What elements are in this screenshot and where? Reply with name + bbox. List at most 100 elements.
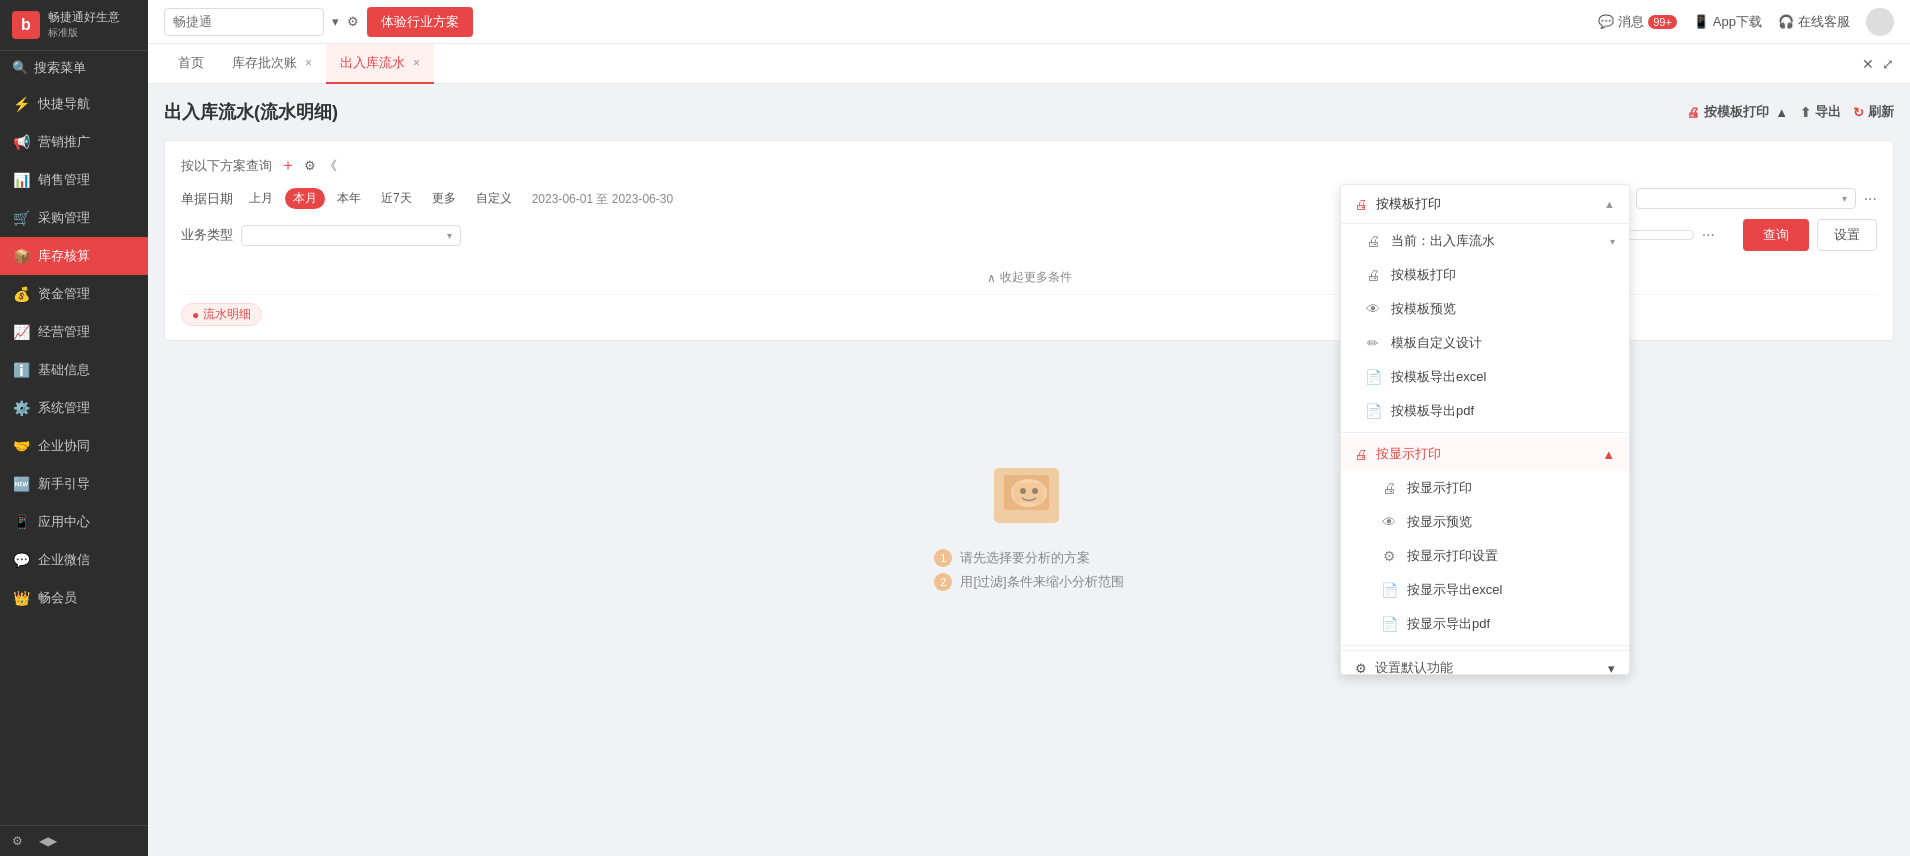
sidebar-search[interactable]: 🔍 搜索菜单 bbox=[0, 51, 148, 85]
header-search-input[interactable] bbox=[164, 8, 324, 36]
sidebar-item-system[interactable]: ⚙️ 系统管理 bbox=[0, 389, 148, 427]
date-tab-more[interactable]: 更多 bbox=[424, 188, 464, 209]
tab-home[interactable]: 首页 bbox=[164, 44, 218, 84]
date-tab-7-days[interactable]: 近7天 bbox=[373, 188, 420, 209]
header-settings-btn[interactable]: ⚙ bbox=[347, 14, 359, 29]
dropdown-title: 按模板打印 bbox=[1376, 195, 1441, 213]
sidebar-item-quick-nav[interactable]: ⚡ 快捷导航 bbox=[0, 85, 148, 123]
date-tab-this-month[interactable]: 本月 bbox=[285, 188, 325, 209]
display-print-settings-item[interactable]: ⚙ 按显示打印设置 bbox=[1341, 539, 1629, 573]
display-print-settings-label: 按显示打印设置 bbox=[1407, 547, 1498, 565]
filter-settings-btn[interactable]: ⚙ bbox=[304, 158, 316, 173]
print-template-label: 按模板打印 bbox=[1704, 103, 1769, 121]
doc-type-select[interactable]: ▾ bbox=[1636, 188, 1856, 209]
headset-icon: 🎧 bbox=[1778, 14, 1794, 29]
sidebar-item-label: 销售管理 bbox=[38, 171, 90, 189]
sidebar-item-app-center[interactable]: 📱 应用中心 bbox=[0, 503, 148, 541]
notification-badge: 99+ bbox=[1648, 15, 1677, 29]
refresh-icon: ↻ bbox=[1853, 105, 1864, 120]
display-print-item[interactable]: 🖨 按显示打印 bbox=[1341, 471, 1629, 505]
query-button[interactable]: 查询 bbox=[1743, 219, 1809, 251]
tab-close-batch[interactable]: × bbox=[305, 56, 312, 70]
dropdown-divider-2 bbox=[1341, 645, 1629, 646]
print-template-btn[interactable]: 🖨 按模板打印 ▲ bbox=[1687, 103, 1788, 121]
search-icon: 🔍 bbox=[12, 60, 28, 75]
sidebar-item-operations[interactable]: 📈 经营管理 bbox=[0, 313, 148, 351]
template-pdf-icon: 📄 bbox=[1365, 403, 1381, 419]
tab-batch[interactable]: 库存批次账 × bbox=[218, 44, 326, 84]
date-tab-this-year[interactable]: 本年 bbox=[329, 188, 369, 209]
date-tab-custom[interactable]: 自定义 bbox=[468, 188, 520, 209]
current-template-icon: 🖨 bbox=[1365, 233, 1381, 249]
membership-icon: 👑 bbox=[12, 589, 30, 607]
display-excel-icon: 📄 bbox=[1381, 582, 1397, 598]
online-service-btn[interactable]: 🎧 在线客服 bbox=[1778, 13, 1850, 31]
settings-button[interactable]: 设置 bbox=[1817, 219, 1877, 251]
sidebar-item-sales[interactable]: 📊 销售管理 bbox=[0, 161, 148, 199]
business-type-label: 业务类型 bbox=[181, 226, 233, 244]
header-dropdown-btn[interactable]: ▾ bbox=[332, 14, 339, 29]
export-btn[interactable]: ⬆ 导出 bbox=[1800, 103, 1841, 121]
tab-flow[interactable]: 出入库流水 × bbox=[326, 44, 434, 84]
warehouse-more-btn[interactable]: ··· bbox=[1702, 226, 1715, 244]
sidebar-item-purchase[interactable]: 🛒 采购管理 bbox=[0, 199, 148, 237]
sidebar-item-basics[interactable]: ℹ️ 基础信息 bbox=[0, 351, 148, 389]
print-dropdown-arrow[interactable]: ▲ bbox=[1775, 105, 1788, 120]
tab-close-flow[interactable]: × bbox=[413, 56, 420, 70]
app-download-btn[interactable]: 📱 App下载 bbox=[1693, 13, 1762, 31]
tab-close-all-btn[interactable]: ✕ bbox=[1862, 56, 1874, 72]
empty-hints: 1 请先选择要分析的方案 2 用[过滤]条件来缩小分析范围 bbox=[934, 549, 1123, 591]
template-export-excel-item[interactable]: 📄 按模板导出excel bbox=[1341, 360, 1629, 394]
display-preview-icon: 👁 bbox=[1381, 514, 1397, 530]
doc-type-more-btn[interactable]: ··· bbox=[1864, 190, 1877, 208]
dropdown-collapse-btn[interactable]: ▲ bbox=[1604, 198, 1615, 210]
current-template-item[interactable]: 🖨 当前：出入库流水 ▾ bbox=[1341, 224, 1629, 258]
operations-icon: 📈 bbox=[12, 323, 30, 341]
display-export-excel-item[interactable]: 📄 按显示导出excel bbox=[1341, 573, 1629, 607]
template-export-pdf-item[interactable]: 📄 按模板导出pdf bbox=[1341, 394, 1629, 428]
template-print-item[interactable]: 🖨 按模板打印 bbox=[1341, 258, 1629, 292]
sidebar-item-guide[interactable]: 🆕 新手引导 bbox=[0, 465, 148, 503]
refresh-btn[interactable]: ↻ 刷新 bbox=[1853, 103, 1894, 121]
print-icon: 🖨 bbox=[1687, 105, 1700, 120]
display-export-pdf-item[interactable]: 📄 按显示导出pdf bbox=[1341, 607, 1629, 641]
sidebar-item-label: 库存核算 bbox=[38, 247, 90, 265]
sidebar-nav: ⚡ 快捷导航 📢 营销推广 📊 销售管理 🛒 采购管理 📦 库存核算 💰 bbox=[0, 85, 148, 825]
sidebar-item-funds[interactable]: 💰 资金管理 bbox=[0, 275, 148, 313]
display-print-settings-icon: ⚙ bbox=[1381, 548, 1397, 564]
export-icon: ⬆ bbox=[1800, 105, 1811, 120]
template-custom-item[interactable]: ✏ 模板自定义设计 bbox=[1341, 326, 1629, 360]
refresh-label: 刷新 bbox=[1868, 103, 1894, 121]
industry-solution-button[interactable]: 体验行业方案 bbox=[367, 7, 473, 37]
display-print-section-header[interactable]: 🖨 按显示打印 ▲ bbox=[1341, 437, 1629, 471]
notification-btn[interactable]: 💬 消息 99+ bbox=[1598, 13, 1677, 31]
filter-label: 按以下方案查询 bbox=[181, 157, 272, 175]
display-print-section-arrow: ▲ bbox=[1602, 447, 1615, 462]
hint-1-number: 1 bbox=[934, 549, 952, 567]
sidebar-footer-settings[interactable]: ⚙ bbox=[12, 834, 23, 848]
filter-tag-label: 流水明细 bbox=[203, 306, 251, 323]
sidebar-item-membership[interactable]: 👑 畅会员 bbox=[0, 579, 148, 617]
sidebar-item-marketing[interactable]: 📢 营销推广 bbox=[0, 123, 148, 161]
filter-tag-flow-detail[interactable]: ● 流水明细 bbox=[181, 303, 262, 326]
sidebar-footer-collapse[interactable]: ◀▶ bbox=[39, 834, 57, 848]
sidebar-logo: b 畅捷通好生意 标准版 bbox=[0, 0, 148, 51]
default-function-item[interactable]: ⚙ 设置默认功能 ▾ bbox=[1341, 650, 1629, 674]
template-print-icon: 🖨 bbox=[1365, 267, 1381, 283]
app-center-icon: 📱 bbox=[12, 513, 30, 531]
user-avatar[interactable] bbox=[1866, 8, 1894, 36]
display-preview-item[interactable]: 👁 按显示预览 bbox=[1341, 505, 1629, 539]
sidebar-item-enterprise[interactable]: 🤝 企业协同 bbox=[0, 427, 148, 465]
sidebar-item-label: 新手引导 bbox=[38, 475, 90, 493]
tab-maximize-btn[interactable]: ⤢ bbox=[1882, 56, 1894, 72]
business-type-select[interactable]: ▾ bbox=[241, 225, 461, 246]
sidebar-search-label: 搜索菜单 bbox=[34, 59, 86, 77]
date-tab-last-month[interactable]: 上月 bbox=[241, 188, 281, 209]
filter-add-btn[interactable]: ＋ bbox=[280, 155, 296, 176]
filter-collapse-btn[interactable]: 《 bbox=[324, 157, 337, 175]
template-preview-item[interactable]: 👁 按模板预览 bbox=[1341, 292, 1629, 326]
panel-scroll: 🖨 当前：出入库流水 ▾ 🖨 按模板打印 👁 按模板预览 ✏ 模板自定 bbox=[1341, 224, 1629, 674]
sidebar-item-inventory[interactable]: 📦 库存核算 bbox=[0, 237, 148, 275]
sidebar-item-corp-wechat[interactable]: 💬 企业微信 bbox=[0, 541, 148, 579]
display-print-label: 按显示打印 bbox=[1407, 479, 1472, 497]
